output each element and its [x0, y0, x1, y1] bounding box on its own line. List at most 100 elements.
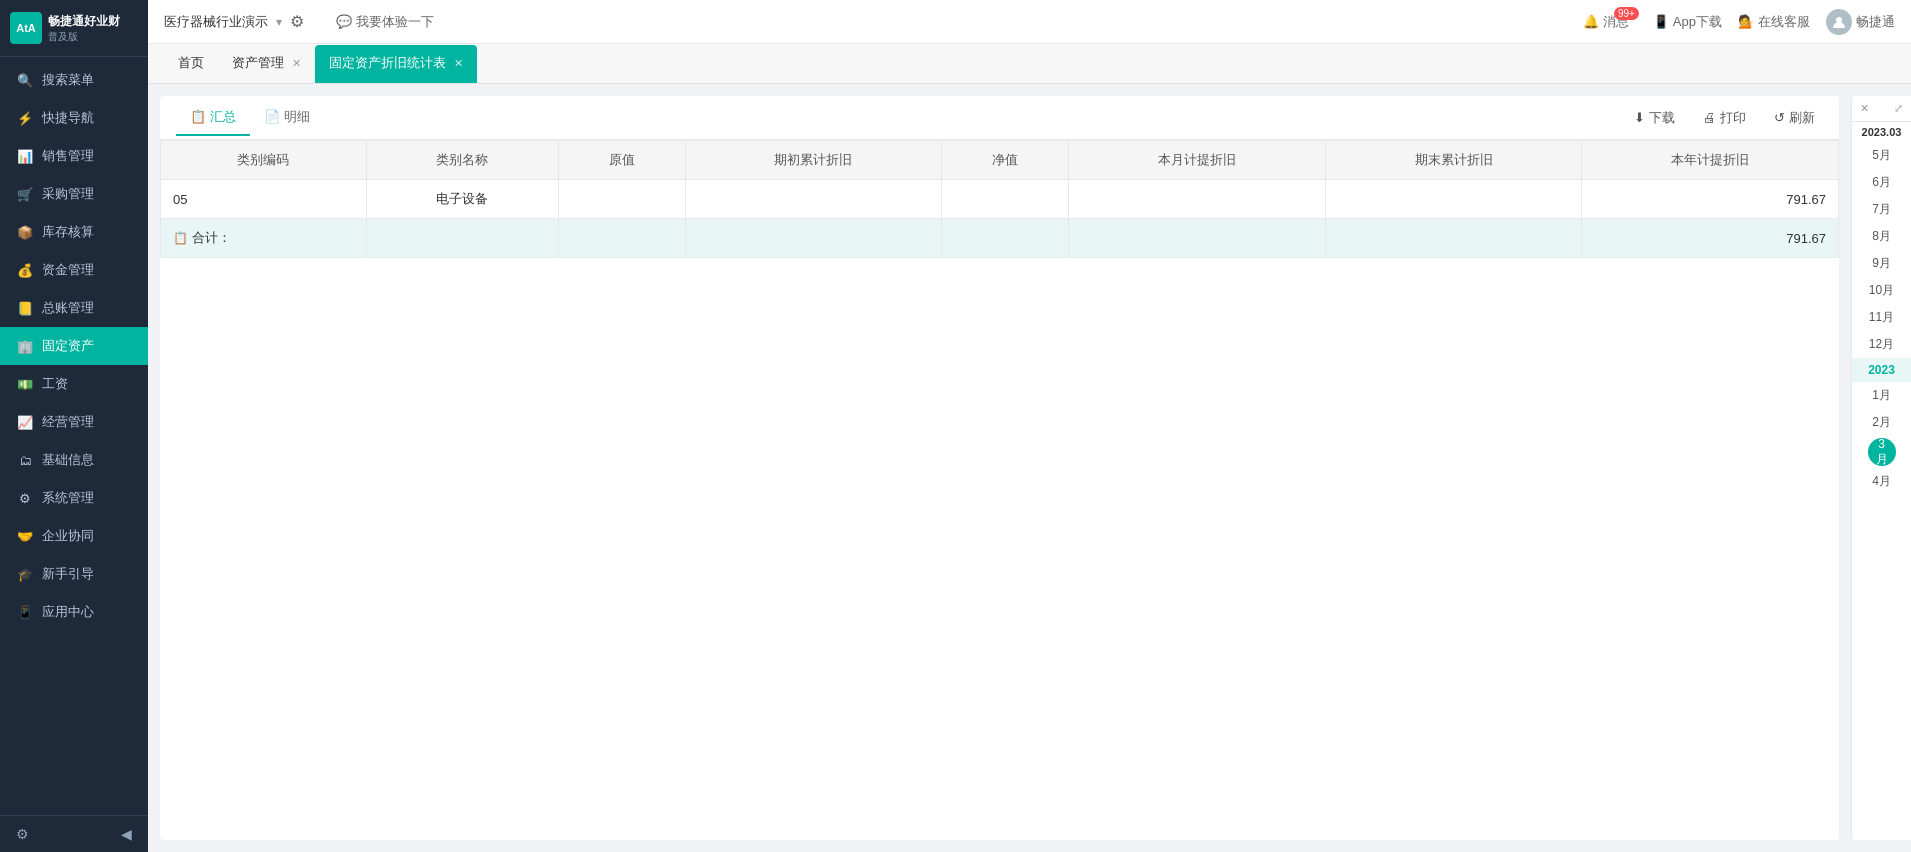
subtab-bar: 📋汇总 📄 明细: [176, 96, 324, 139]
col-header: 本月计提折旧: [1069, 141, 1326, 180]
depreciation-table: 类别编码类别名称原值期初累计折旧净值本月计提折旧期末累计折旧本年计提折旧 05电…: [160, 140, 1839, 258]
sidebar-item-label: 新手引导: [42, 565, 94, 583]
summary-cell: 📋 合计：: [161, 219, 367, 258]
table-container: 类别编码类别名称原值期初累计折旧净值本月计提折旧期末累计折旧本年计提折旧 05电…: [160, 140, 1839, 840]
experience-btn[interactable]: 💬 我要体验一下: [336, 13, 434, 31]
service-btn[interactable]: 💁 在线客服: [1738, 13, 1810, 31]
subtab-summary[interactable]: 📋汇总: [176, 100, 250, 136]
sidebar-item-label: 销售管理: [42, 147, 94, 165]
corp-icon: 🤝: [16, 527, 34, 545]
col-header: 类别编码: [161, 141, 367, 180]
sidebar-item-guide[interactable]: 🎓 新手引导: [0, 555, 148, 593]
sidebar-item-finance[interactable]: 💰 资金管理: [0, 251, 148, 289]
detail-tab-icon: 📄: [264, 109, 280, 124]
sidebar-item-operation[interactable]: 📈经营管理: [0, 403, 148, 441]
sidebar-item-appstore[interactable]: 📱 应用中心: [0, 593, 148, 631]
tab-asset-mgmt[interactable]: 资产管理✕: [218, 45, 315, 83]
summary-tab-label: 汇总: [210, 108, 236, 126]
guide-icon: 🎓: [16, 565, 34, 583]
app-label: App下载: [1673, 13, 1722, 31]
sidebar-item-quicknav[interactable]: ⚡快捷导航: [0, 99, 148, 137]
table-cell: 电子设备: [366, 180, 558, 219]
sidebar-item-label: 基础信息: [42, 451, 94, 469]
summary-cell: [366, 219, 558, 258]
date-month-item[interactable]: 12月: [1852, 331, 1911, 358]
date-month-item[interactable]: 2月: [1852, 409, 1911, 436]
app-download-btn[interactable]: 📱 App下载: [1653, 13, 1722, 31]
panel-expand-icon[interactable]: ⤢: [1894, 102, 1903, 115]
tab-label: 固定资产折旧统计表: [329, 54, 446, 72]
table-row: 05电子设备791.67: [161, 180, 1839, 219]
download-label: 下载: [1649, 109, 1675, 127]
tab-close-icon[interactable]: ✕: [292, 57, 301, 70]
subtab-detail[interactable]: 📄 明细: [250, 100, 324, 136]
date-month-item[interactable]: 11月: [1852, 304, 1911, 331]
download-btn[interactable]: ⬇ 下载: [1626, 105, 1683, 131]
sidebar-item-system[interactable]: ⚙ 系统管理: [0, 479, 148, 517]
detail-tab-label: 明细: [284, 108, 310, 126]
sidebar-item-inventory[interactable]: 📦库存核算: [0, 213, 148, 251]
sidebar-item-search[interactable]: 🔍搜索菜单: [0, 61, 148, 99]
experience-icon: 💬: [336, 14, 352, 29]
date-month-item[interactable]: 10月: [1852, 277, 1911, 304]
col-header: 期末累计折旧: [1325, 141, 1582, 180]
company-dropdown-icon[interactable]: ▾: [276, 15, 282, 29]
table-cell: [1069, 180, 1326, 219]
tabbar: 首页资产管理✕ 固定资产折旧统计表 ✕: [148, 44, 1911, 84]
tab-home[interactable]: 首页: [164, 45, 218, 83]
print-label: 打印: [1720, 109, 1746, 127]
print-icon: 🖨: [1703, 110, 1716, 125]
col-header: 净值: [942, 141, 1069, 180]
date-month-item[interactable]: 3月: [1868, 438, 1896, 466]
sidebar-item-label: 快捷导航: [42, 109, 94, 127]
app-version: 普及版: [48, 30, 120, 44]
sidebar-item-fixed[interactable]: 🏢固定资产: [0, 327, 148, 365]
date-year-label[interactable]: 2023: [1852, 358, 1911, 382]
inventory-icon: 📦: [16, 223, 34, 241]
refresh-btn[interactable]: ↺ 刷新: [1766, 105, 1823, 131]
tab-depreciation[interactable]: 固定资产折旧统计表 ✕: [315, 45, 477, 83]
message-btn[interactable]: 🔔 消息 99+: [1583, 13, 1629, 31]
date-month-item[interactable]: 4月: [1852, 468, 1911, 495]
table-cell: [558, 180, 685, 219]
sidebar-item-label: 系统管理: [42, 489, 94, 507]
sidebar-item-corp[interactable]: 🤝企业协同: [0, 517, 148, 555]
date-month-item[interactable]: 9月: [1852, 250, 1911, 277]
sales-icon: 📊: [16, 147, 34, 165]
date-month-item[interactable]: 6月: [1852, 169, 1911, 196]
download-icon: ⬇: [1634, 110, 1645, 125]
sidebar-item-label: 应用中心: [42, 603, 94, 621]
sidebar-item-basic[interactable]: 🗂 基础信息: [0, 441, 148, 479]
sidebar-item-purchase[interactable]: 🛒采购管理: [0, 175, 148, 213]
finance-icon: 💰: [16, 261, 34, 279]
date-month-item[interactable]: 1月: [1852, 382, 1911, 409]
refresh-label: 刷新: [1789, 109, 1815, 127]
summary-cell: 791.67: [1582, 219, 1839, 258]
settings-icon[interactable]: ⚙: [16, 826, 29, 842]
table-body: 05电子设备791.67📋 合计：791.67: [161, 180, 1839, 258]
col-header: 类别名称: [366, 141, 558, 180]
system-icon: ⚙: [16, 489, 34, 507]
tab-close-icon[interactable]: ✕: [454, 57, 463, 70]
refresh-icon: ↺: [1774, 110, 1785, 125]
date-month-item[interactable]: 8月: [1852, 223, 1911, 250]
appstore-icon: 📱: [16, 603, 34, 621]
date-month-item[interactable]: 5月: [1852, 142, 1911, 169]
sidebar-item-ledger[interactable]: 📒总账管理: [0, 289, 148, 327]
sidebar-item-sales[interactable]: 📊 销售管理: [0, 137, 148, 175]
collapse-icon[interactable]: ◀: [121, 826, 132, 842]
topbar-settings-icon[interactable]: ⚙: [290, 12, 304, 31]
date-month-item[interactable]: 7月: [1852, 196, 1911, 223]
table-cell: 791.67: [1582, 180, 1839, 219]
company-name: 医疗器械行业演示: [164, 13, 268, 31]
salary-icon: 💵: [16, 375, 34, 393]
service-icon: 💁: [1738, 14, 1754, 29]
sidebar-item-salary[interactable]: 💵工资: [0, 365, 148, 403]
summary-cell: [942, 219, 1069, 258]
app-icon: 📱: [1653, 14, 1669, 29]
basic-icon: 🗂: [16, 451, 34, 469]
sidebar-item-label: 资金管理: [42, 261, 94, 279]
print-btn[interactable]: 🖨 打印: [1695, 105, 1754, 131]
panel-close-icon[interactable]: ✕: [1860, 102, 1869, 115]
user-profile[interactable]: 畅捷通: [1826, 9, 1895, 35]
